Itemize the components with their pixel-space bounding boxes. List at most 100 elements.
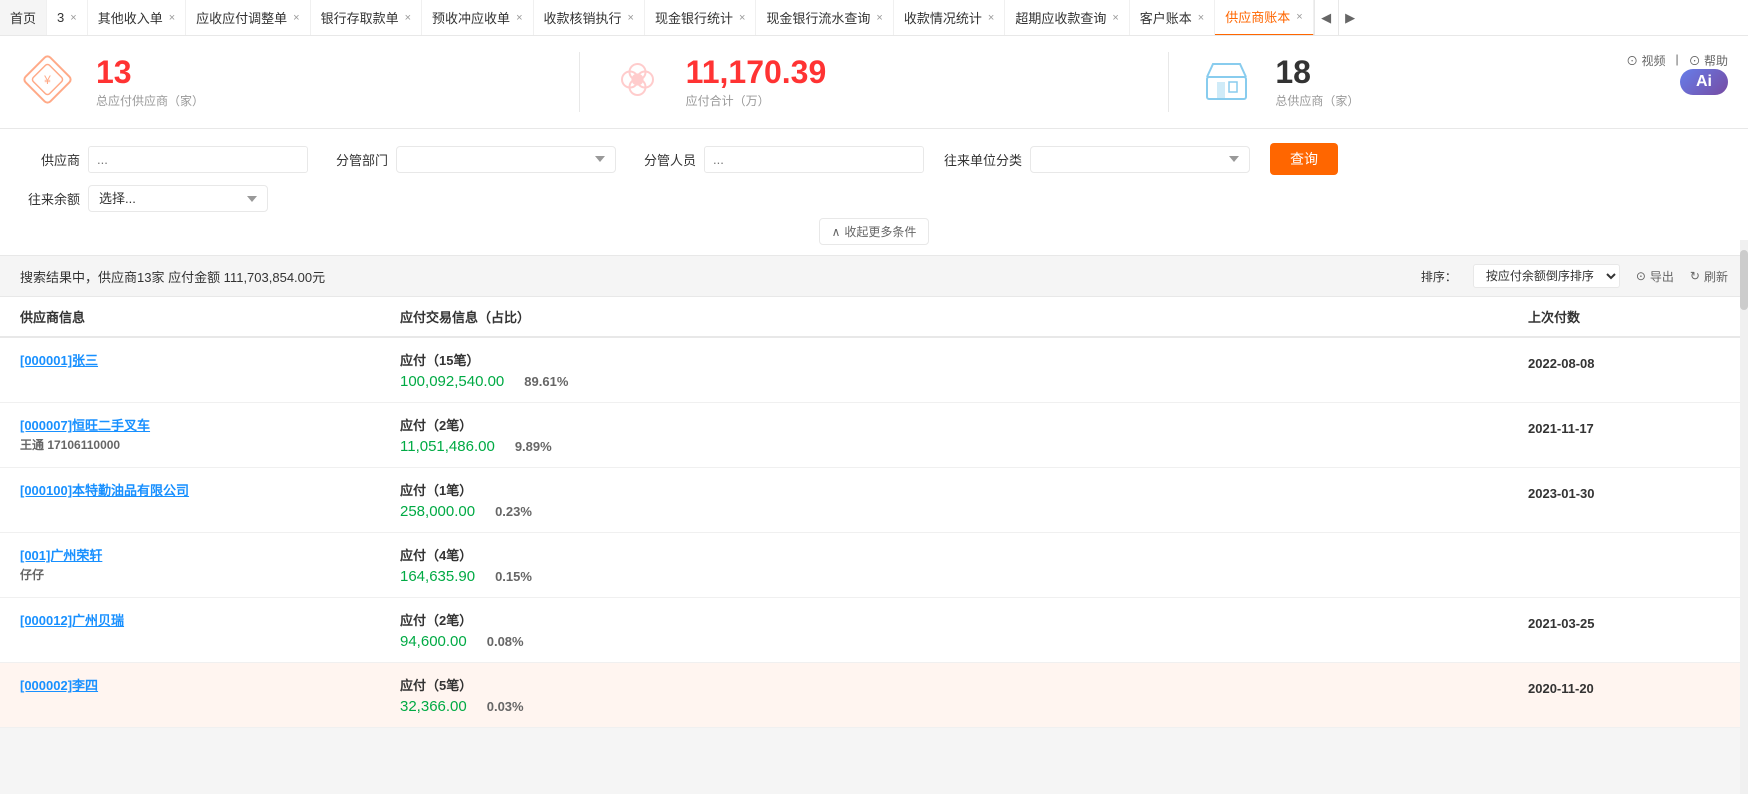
supplier-link[interactable]: [001]广州荣轩	[20, 548, 102, 563]
result-bar: 搜索结果中，供应商13家 应付金额 111,703,854.00元 排序： 按应…	[0, 256, 1748, 297]
balance-field: 往来余额 选择...	[20, 185, 268, 212]
close-icon[interactable]: ×	[739, 12, 745, 24]
close-icon[interactable]: ×	[70, 12, 76, 24]
nav-overdue-query-label: 超期应收款查询	[1015, 8, 1106, 27]
close-icon[interactable]: ×	[1296, 11, 1302, 23]
supplier-col: [001]广州荣轩 仔仔	[20, 545, 400, 583]
supplier-input[interactable]	[88, 146, 308, 173]
supplier-link[interactable]: [000002]李四	[20, 678, 98, 693]
video-link[interactable]: ⊙ 视频	[1626, 52, 1665, 69]
category-select[interactable]	[1030, 146, 1250, 173]
supplier-label: 供应商	[20, 150, 80, 169]
scrollbar-thumb[interactable]	[1740, 250, 1748, 310]
total-suppliers-number: 18	[1275, 56, 1359, 88]
nav-ar-ap-adjust-label: 应收应付调整单	[196, 8, 287, 27]
lastpay-col	[1528, 545, 1728, 551]
tx-amount[interactable]: 258,000.00	[400, 503, 475, 520]
table-row: [000100]本特勤油品有限公司 应付（1笔） 258,000.00 0.23…	[0, 468, 1748, 533]
col-header-lastpay: 上次付数	[1528, 307, 1728, 326]
help-link[interactable]: ⊙ 帮助	[1689, 52, 1728, 69]
nav-receipt-stat[interactable]: 收款情况统计 ×	[894, 0, 1005, 36]
nav-home[interactable]: 首页	[0, 0, 47, 36]
flower-icon	[610, 52, 670, 112]
table-row: [000012]广州贝瑞 应付（2笔） 94,600.00 0.08% 2021…	[0, 598, 1748, 663]
tx-percent: 0.15%	[495, 569, 532, 584]
refresh-button[interactable]: ↻ 刷新	[1690, 268, 1728, 285]
tx-row: 164,635.90 0.15%	[400, 568, 1528, 585]
nav-supplier-ledger[interactable]: 供应商账本 ×	[1215, 0, 1313, 36]
export-label: 导出	[1650, 268, 1674, 285]
tx-amount[interactable]: 32,366.00	[400, 698, 467, 715]
person-field: 分管人员	[636, 146, 924, 173]
main-table: 供应商信息 应付交易信息（占比） 上次付数 [000001]张三 应付（15笔）…	[0, 297, 1748, 728]
stat-block-payable-total: 11,170.39 应付合计（万）	[610, 52, 1139, 112]
collapse-button[interactable]: ∧ 收起更多条件	[819, 218, 930, 245]
person-input[interactable]	[704, 146, 924, 173]
ai-badge[interactable]: Ai	[1680, 69, 1728, 95]
supplier-link[interactable]: [000100]本特勤油品有限公司	[20, 483, 189, 498]
category-label: 往来单位分类	[944, 150, 1022, 169]
balance-select[interactable]: 选择...	[88, 185, 268, 212]
search-row-1: 供应商 分管部门 分管人员 往来单位分类 查询	[20, 143, 1728, 175]
tx-amount[interactable]: 100,092,540.00	[400, 373, 504, 390]
supplier-link[interactable]: [000012]广州贝瑞	[20, 613, 124, 628]
sort-select[interactable]: 按应付余额倒序排序	[1473, 264, 1620, 288]
nav-overdue-query[interactable]: 超期应收款查询 ×	[1005, 0, 1129, 36]
stat-divider-1	[579, 52, 580, 112]
close-icon[interactable]: ×	[876, 12, 882, 24]
nav-customer-ledger[interactable]: 客户账本 ×	[1130, 0, 1215, 36]
nav-prepay-offset[interactable]: 预收冲应收单 ×	[422, 0, 533, 36]
lastpay-col: 2020-11-20	[1528, 675, 1728, 696]
nav-bank-deposit[interactable]: 银行存取款单 ×	[311, 0, 422, 36]
store-icon	[1199, 52, 1259, 112]
department-label: 分管部门	[328, 150, 388, 169]
close-icon[interactable]: ×	[293, 12, 299, 24]
stat-block-payable-suppliers: ¥ 13 总应付供应商（家）	[20, 52, 549, 112]
balance-label: 往来余额	[20, 189, 80, 208]
department-select[interactable]	[396, 146, 616, 173]
close-icon[interactable]: ×	[1112, 12, 1118, 24]
tx-row: 100,092,540.00 89.61%	[400, 373, 1528, 390]
nav-other-income[interactable]: 其他收入单 ×	[88, 0, 186, 36]
search-button[interactable]: 查询	[1270, 143, 1338, 175]
collapse-label: 收起更多条件	[844, 223, 916, 240]
nav-ar-ap-adjust[interactable]: 应收应付调整单 ×	[186, 0, 310, 36]
nav-other-income-label: 其他收入单	[98, 8, 163, 27]
close-icon[interactable]: ×	[516, 12, 522, 24]
tx-row: 94,600.00 0.08%	[400, 633, 1528, 650]
nav-cash-bank-flow[interactable]: 现金银行流水查询 ×	[756, 0, 893, 36]
nav-cash-bank-stat[interactable]: 现金银行统计 ×	[645, 0, 756, 36]
total-suppliers-label: 总供应商（家）	[1275, 92, 1359, 109]
tx-percent: 9.89%	[515, 439, 552, 454]
nav-payment-verify[interactable]: 收款核销执行 ×	[534, 0, 645, 36]
supplier-link[interactable]: [000007]恒旺二手叉车	[20, 418, 150, 433]
export-button[interactable]: ⊙ 导出	[1636, 268, 1674, 285]
close-icon[interactable]: ×	[1198, 12, 1204, 24]
close-icon[interactable]: ×	[405, 12, 411, 24]
chevron-up-icon: ∧	[832, 225, 841, 239]
supplier-link[interactable]: [000001]张三	[20, 353, 98, 368]
close-icon[interactable]: ×	[628, 12, 634, 24]
tx-row: 258,000.00 0.23%	[400, 503, 1528, 520]
person-label: 分管人员	[636, 150, 696, 169]
tx-amount[interactable]: 94,600.00	[400, 633, 467, 650]
top-nav: 首页 3 × 其他收入单 × 应收应付调整单 × 银行存取款单 × 预收冲应收单…	[0, 0, 1748, 36]
nav-tab-3[interactable]: 3 ×	[47, 0, 88, 36]
table-header: 供应商信息 应付交易信息（占比） 上次付数	[0, 297, 1748, 338]
transaction-col: 应付（5笔） 32,366.00 0.03%	[400, 675, 1528, 715]
nav-left-arrow[interactable]: ◀	[1314, 0, 1338, 36]
tx-amount[interactable]: 11,051,486.00	[400, 438, 495, 455]
scrollbar[interactable]	[1740, 240, 1748, 794]
supplier-sub: 王通 17106110000	[20, 436, 400, 453]
lastpay-col: 2022-08-08	[1528, 350, 1728, 371]
close-icon[interactable]: ×	[169, 12, 175, 24]
supplier-field: 供应商	[20, 146, 308, 173]
close-icon[interactable]: ×	[988, 12, 994, 24]
link-separator: |	[1676, 52, 1679, 69]
tx-amount[interactable]: 164,635.90	[400, 568, 475, 585]
lastpay-col: 2021-11-17	[1528, 415, 1728, 436]
tx-label: 应付（2笔）	[400, 415, 1528, 434]
nav-right-arrow[interactable]: ▶	[1338, 0, 1362, 36]
nav-customer-ledger-label: 客户账本	[1140, 8, 1192, 27]
tx-label: 应付（2笔）	[400, 610, 1528, 629]
